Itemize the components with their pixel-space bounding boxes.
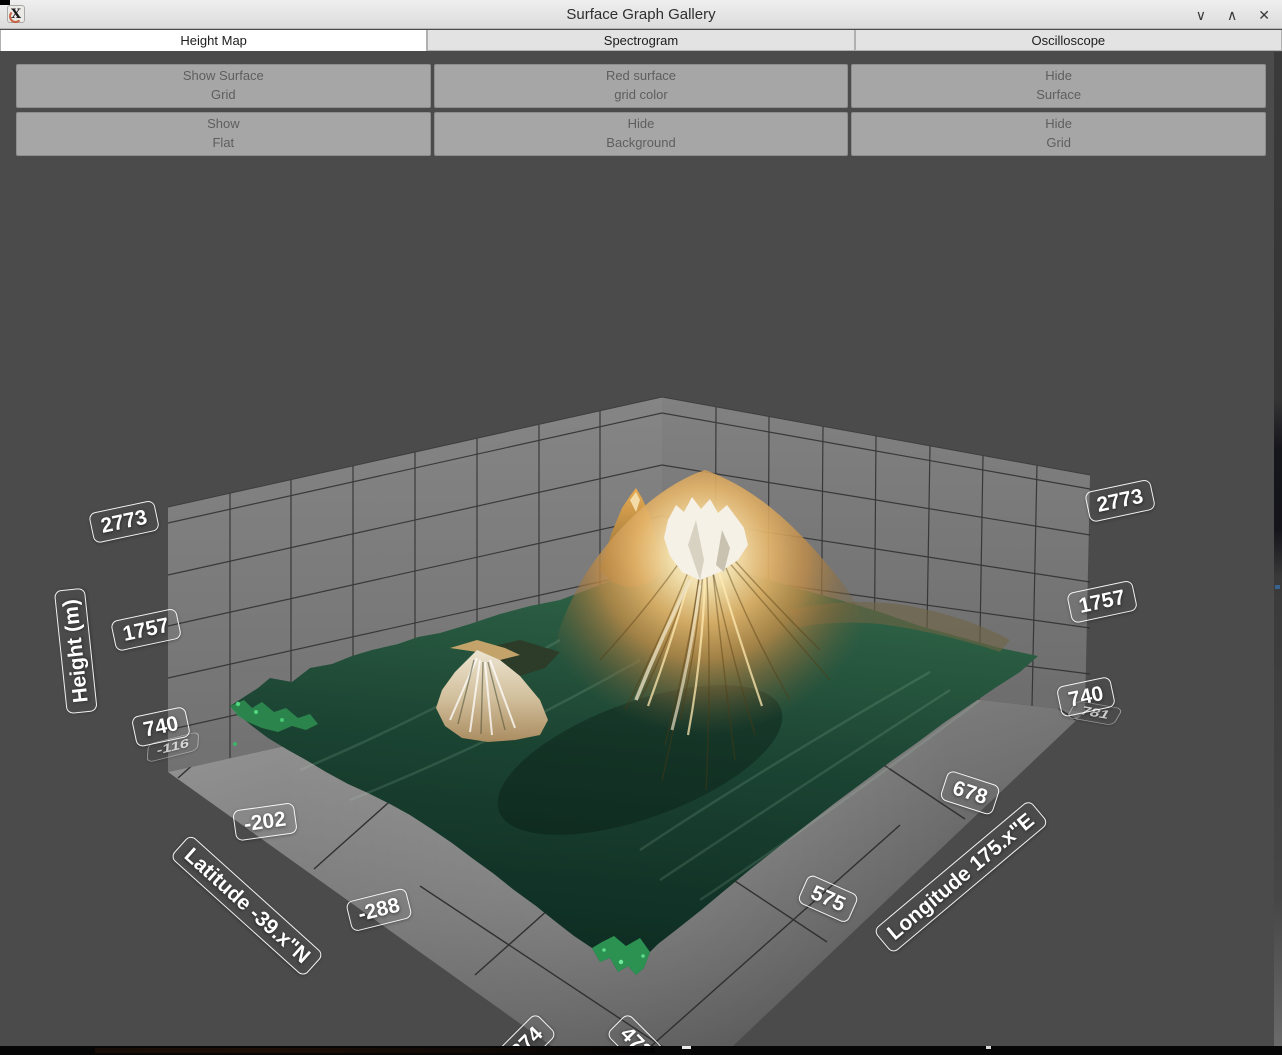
app-window: -116 781 2773 1757 740 2773 1757 740 -20… <box>0 0 1282 1055</box>
minimize-button[interactable]: ∨ <box>1196 8 1206 22</box>
show-flat-button[interactable]: Show Flat <box>16 112 431 156</box>
clipped-label-fragment <box>986 1046 991 1049</box>
hide-surface-button[interactable]: Hide Surface <box>851 64 1266 108</box>
bottom-edge-smear <box>95 1048 655 1053</box>
window-title: Surface Graph Gallery <box>0 6 1282 23</box>
screen-edge-strip <box>1274 52 1282 1046</box>
surface-plot-canvas <box>0 0 1282 1046</box>
hide-grid-button[interactable]: Hide Grid <box>851 112 1266 156</box>
titlebar[interactable]: X Surface Graph Gallery ∨ ∧ ✕ <box>0 0 1282 29</box>
red-surface-grid-color-button[interactable]: Red surface grid color <box>434 64 849 108</box>
tab-oscilloscope[interactable]: Oscilloscope <box>855 30 1282 51</box>
clipped-label-fragment <box>682 1046 691 1049</box>
edge-blue-mark <box>1275 585 1280 589</box>
maximize-button[interactable]: ∧ <box>1227 8 1237 22</box>
close-button[interactable]: ✕ <box>1258 8 1270 22</box>
toolbar: Show Surface Grid Red surface grid color… <box>16 64 1266 156</box>
surface-3d-viewport[interactable]: -116 781 2773 1757 740 2773 1757 740 -20… <box>0 0 1282 1046</box>
tab-bar: Height Map Spectrogram Oscilloscope <box>0 30 1282 51</box>
window-corner-notch <box>0 0 10 5</box>
bottom-screen-edge <box>0 1046 1282 1055</box>
show-surface-grid-button[interactable]: Show Surface Grid <box>16 64 431 108</box>
hide-background-button[interactable]: Hide Background <box>434 112 849 156</box>
tab-spectrogram[interactable]: Spectrogram <box>427 30 854 51</box>
tab-height-map[interactable]: Height Map <box>0 30 427 51</box>
